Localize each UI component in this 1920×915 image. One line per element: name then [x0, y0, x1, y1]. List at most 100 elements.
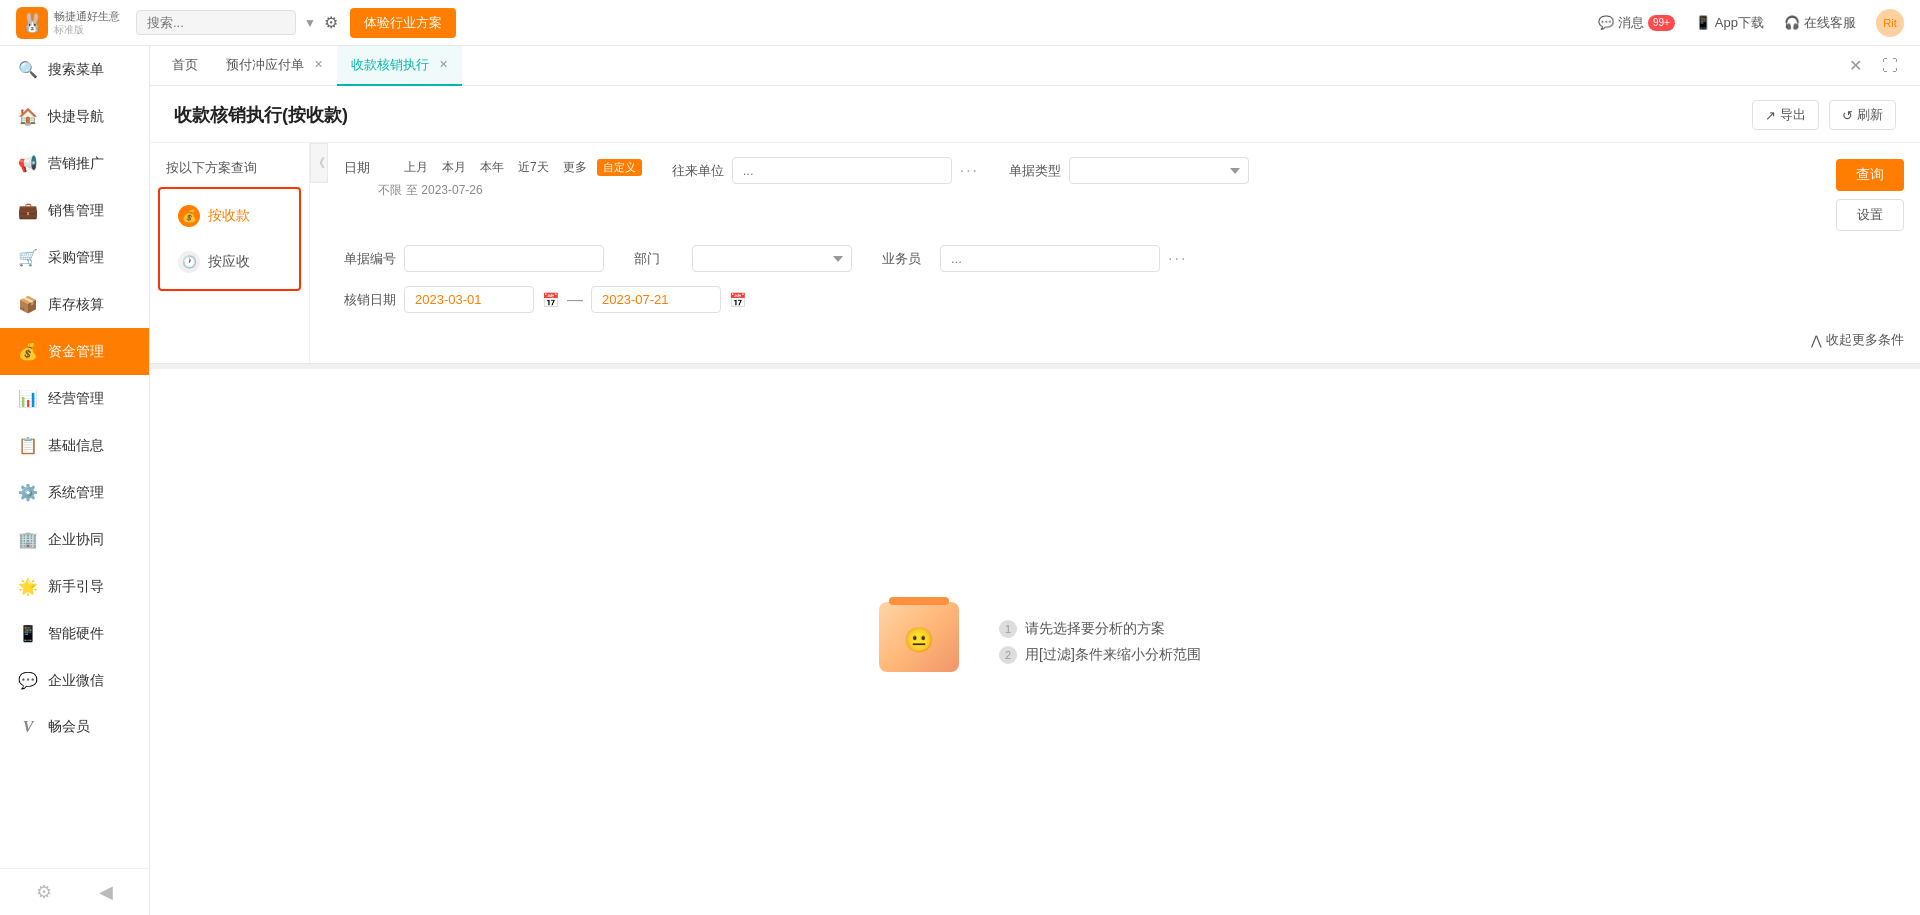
- dept-select[interactable]: [692, 245, 852, 272]
- shortcut-this-month[interactable]: 本月: [438, 157, 470, 178]
- member-icon: V: [18, 718, 38, 736]
- logo-text: 畅捷通好生意 标准版: [54, 9, 120, 36]
- settings-bottom-icon[interactable]: ⚙: [36, 881, 52, 903]
- collapse-sidebar-icon[interactable]: ◀: [99, 881, 113, 903]
- tab-collection[interactable]: 收款核销执行 ✕: [337, 46, 462, 86]
- shortcut-this-year[interactable]: 本年: [476, 157, 508, 178]
- filter-sidebar-title: 按以下方案查询: [150, 159, 309, 187]
- date-shortcuts: 上月 本月 本年 近7天 更多 自定义: [400, 157, 642, 178]
- sidebar-item-marketing[interactable]: 📢 营销推广: [0, 140, 149, 187]
- tab-close-collection[interactable]: ✕: [439, 58, 448, 71]
- dept-field: 部门: [634, 245, 852, 272]
- receivable-icon: 🕐: [178, 251, 200, 273]
- sidebar-item-inventory[interactable]: 📦 库存核算: [0, 281, 149, 328]
- empty-state: 😐 1 请先选择要分析的方案 2 用[过滤]条件来缩小分析范围: [150, 369, 1920, 915]
- filter-row-3: 核销日期 📅 — 📅: [344, 286, 1904, 313]
- collection-icon: 💰: [178, 205, 200, 227]
- more-conditions-button[interactable]: ⋀ 收起更多条件: [1811, 327, 1904, 353]
- empty-box-face: 😐: [904, 626, 934, 654]
- download-icon: 📱: [1695, 15, 1711, 30]
- sidebar-bottom: ⚙ ◀: [0, 868, 149, 915]
- filter-sidebar: 按以下方案查询 💰 按收款 🕐 按应收: [150, 143, 310, 363]
- doc-type-select[interactable]: [1069, 157, 1249, 184]
- sidebar-item-enterprise[interactable]: 🏢 企业协同: [0, 516, 149, 563]
- chevron-down-icon[interactable]: ▼: [304, 16, 316, 30]
- basic-info-icon: 📋: [18, 436, 38, 455]
- staff-label: 业务员: [882, 250, 932, 268]
- empty-tip-2: 2 用[过滤]条件来缩小分析范围: [999, 646, 1201, 664]
- custom-tag[interactable]: 自定义: [597, 159, 642, 176]
- service-icon: 🎧: [1784, 15, 1800, 30]
- collapse-filter-sidebar[interactable]: 《: [310, 143, 328, 183]
- gear-icon[interactable]: ⚙: [324, 13, 338, 32]
- counterpart-dots[interactable]: ···: [960, 162, 979, 180]
- export-button[interactable]: ↗ 导出: [1752, 100, 1819, 130]
- maximize-icon[interactable]: ⛶: [1876, 55, 1904, 77]
- doc-type-field: 单据类型: [1009, 157, 1249, 184]
- message-icon: 💬: [1598, 15, 1614, 30]
- staff-dots[interactable]: ···: [1168, 250, 1187, 268]
- refresh-icon: ↺: [1842, 108, 1853, 123]
- avatar[interactable]: Rit: [1876, 9, 1904, 37]
- filter-form: 日期 上月 本月 本年 近7天 更多 自定义: [328, 143, 1920, 363]
- filter-actions: 查询 设置: [1836, 157, 1904, 231]
- shortcut-more[interactable]: 更多: [559, 157, 591, 178]
- calendar-end-icon[interactable]: 📅: [729, 292, 746, 308]
- sidebar-item-hardware[interactable]: 📱 智能硬件: [0, 610, 149, 657]
- sidebar-item-member[interactable]: V 畅会员: [0, 704, 149, 750]
- writeoff-date-range: 📅 — 📅: [404, 286, 746, 313]
- filter-by-collection[interactable]: 💰 按收款: [160, 193, 299, 239]
- logo-icon: 🐰: [16, 7, 48, 39]
- marketing-icon: 📢: [18, 154, 38, 173]
- date-row: 日期 上月 本月 本年 近7天 更多 自定义: [344, 157, 642, 178]
- page-title: 收款核销执行(按收款): [174, 103, 348, 139]
- sidebar-item-quick-nav[interactable]: 🏠 快捷导航: [0, 93, 149, 140]
- app-download-item[interactable]: 📱 App下载: [1695, 14, 1764, 32]
- calendar-start-icon[interactable]: 📅: [542, 292, 559, 308]
- sidebar-item-guide[interactable]: 🌟 新手引导: [0, 563, 149, 610]
- shortcut-last-month[interactable]: 上月: [400, 157, 432, 178]
- message-item[interactable]: 💬 消息 99+: [1598, 14, 1675, 32]
- finance-icon: 💰: [18, 342, 38, 361]
- close-tab-icon[interactable]: ✕: [1843, 54, 1868, 77]
- counterpart-input[interactable]: [732, 157, 952, 184]
- main-layout: 🔍 搜索菜单 🏠 快捷导航 📢 营销推广 💼 销售管理 🛒 采购管理 📦 库存核…: [0, 46, 1920, 915]
- tab-prepay[interactable]: 预付冲应付单 ✕: [212, 46, 337, 86]
- purchase-icon: 🛒: [18, 248, 38, 267]
- dept-label: 部门: [634, 250, 684, 268]
- search-input[interactable]: [136, 10, 296, 35]
- writeoff-date-start[interactable]: [404, 286, 534, 313]
- date-separator: —: [567, 291, 583, 309]
- online-service-item[interactable]: 🎧 在线客服: [1784, 14, 1856, 32]
- weixin-icon: 💬: [18, 671, 38, 690]
- sidebar-item-finance[interactable]: 💰 资金管理: [0, 328, 149, 375]
- tab-close-prepay[interactable]: ✕: [314, 58, 323, 71]
- empty-tip-1: 1 请先选择要分析的方案: [999, 620, 1201, 638]
- filter-by-receivable[interactable]: 🕐 按应收: [160, 239, 299, 285]
- page-header: 收款核销执行(按收款) ↗ 导出 ↺ 刷新: [150, 86, 1920, 143]
- chevron-up-icon: ⋀: [1811, 333, 1822, 348]
- date-label: 日期: [344, 159, 394, 177]
- more-conditions-row: ⋀ 收起更多条件: [344, 327, 1904, 353]
- search-icon: 🔍: [18, 60, 38, 79]
- sidebar-item-operations[interactable]: 📊 经营管理: [0, 375, 149, 422]
- guide-icon: 🌟: [18, 577, 38, 596]
- message-badge: 99+: [1648, 15, 1675, 31]
- counterpart-label: 往来单位: [672, 162, 724, 180]
- sidebar-item-purchase[interactable]: 🛒 采购管理: [0, 234, 149, 281]
- sidebar-item-sales[interactable]: 💼 销售管理: [0, 187, 149, 234]
- refresh-button[interactable]: ↺ 刷新: [1829, 100, 1896, 130]
- sidebar-item-system[interactable]: ⚙️ 系统管理: [0, 469, 149, 516]
- staff-input[interactable]: [940, 245, 1160, 272]
- query-button[interactable]: 查询: [1836, 159, 1904, 191]
- sidebar-item-basic-info[interactable]: 📋 基础信息: [0, 422, 149, 469]
- sidebar-item-search-menu[interactable]: 🔍 搜索菜单: [0, 46, 149, 93]
- doc-number-input[interactable]: [404, 245, 604, 272]
- settings-button[interactable]: 设置: [1836, 199, 1904, 231]
- shortcut-7days[interactable]: 近7天: [514, 157, 553, 178]
- tab-home[interactable]: 首页: [158, 46, 212, 86]
- solution-button[interactable]: 体验行业方案: [350, 8, 456, 38]
- sidebar-item-weixin[interactable]: 💬 企业微信: [0, 657, 149, 704]
- app-logo: 🐰 畅捷通好生意 标准版: [16, 7, 120, 39]
- writeoff-date-end[interactable]: [591, 286, 721, 313]
